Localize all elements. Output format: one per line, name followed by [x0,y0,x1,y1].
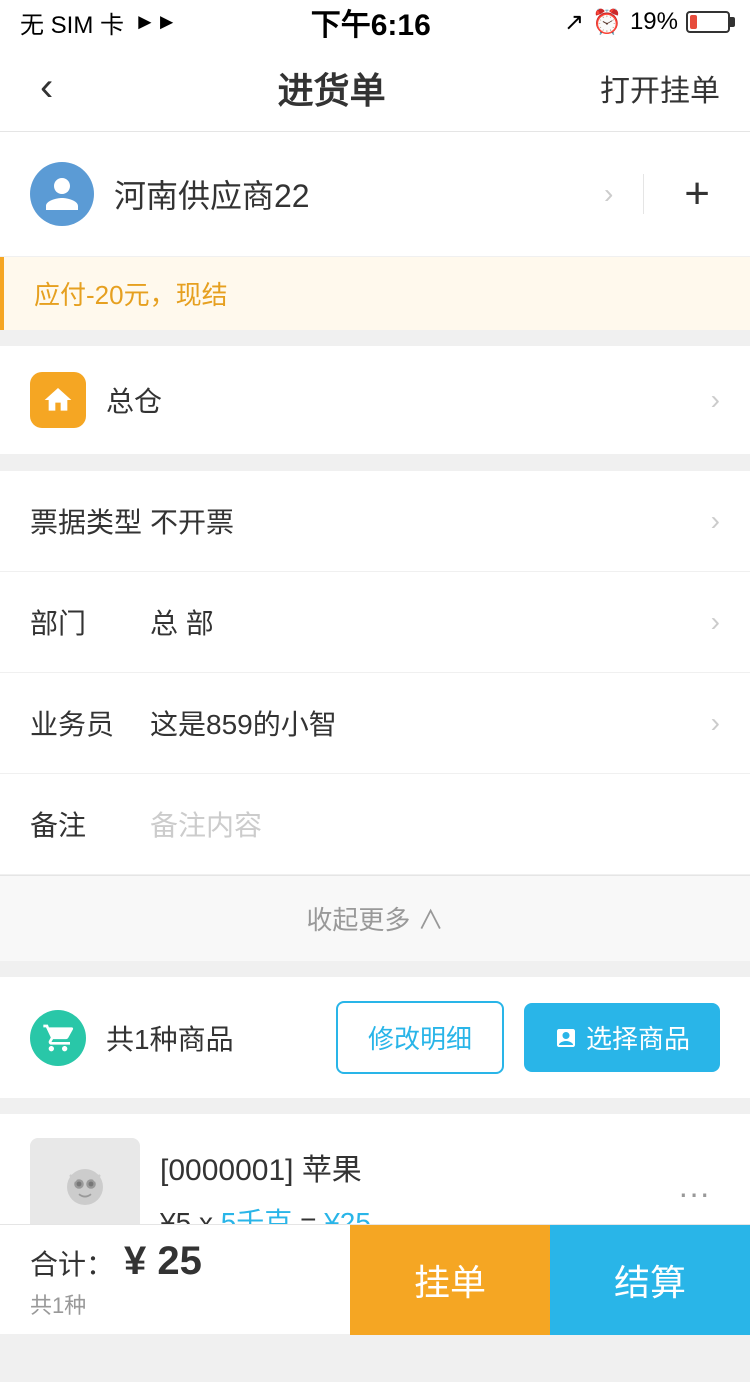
form-card: 票据类型 不开票 › 部门 总 部 › 业务员 这是859的小智 › 备注 备注… [0,471,750,961]
battery-fill [690,15,697,29]
products-header: 共1种商品 修改明细 选择商品 [0,977,750,1098]
remark-value: 备注内容 [150,804,720,844]
battery-percent: 19% [630,8,678,36]
status-bar: 无 SIM 卡 ►► 下午6:16 ↗ ⏰ 19% [0,0,750,44]
supplier-row[interactable]: 河南供应商22 › + [0,132,750,257]
home-icon [42,384,74,416]
warehouse-chevron: › [711,384,720,416]
product-title: 苹果 [302,1154,362,1187]
product-more-button[interactable]: ··· [668,1165,720,1222]
warehouse-card: 总仓 › [0,346,750,455]
hang-button[interactable]: 挂单 [350,1225,550,1335]
salesman-label: 业务员 [30,703,150,743]
salesman-chevron: › [711,707,720,739]
supplier-actions: › + [604,169,720,219]
invoice-type-label: 票据类型 [30,501,150,541]
department-label: 部门 [30,602,150,642]
carrier-label: 无 SIM 卡 [20,5,124,40]
product-name: [0000001] 苹果 [160,1145,648,1189]
wifi-icon: ►► [134,9,178,35]
select-product-icon [554,1026,578,1050]
page-title: 进货单 [278,62,386,114]
salesman-value: 这是859的小智 [150,703,711,743]
department-chevron: › [711,606,720,638]
supplier-avatar [30,162,94,226]
invoice-type-value: 不开票 [150,501,711,541]
bottom-bar: 合计： ¥ 25 共1种 挂单 结算 [0,1224,750,1334]
supplier-chevron: › [604,178,613,210]
remark-row[interactable]: 备注 备注内容 [0,774,750,875]
total-amount: ¥ 25 [124,1239,202,1284]
edit-detail-button[interactable]: 修改明细 [336,1001,504,1074]
back-button[interactable]: ‹ [30,55,63,120]
invoice-type-row[interactable]: 票据类型 不开票 › [0,471,750,572]
add-button[interactable]: + [674,169,720,219]
warehouse-row[interactable]: 总仓 › [0,346,750,455]
user-icon [42,174,82,214]
supplier-name: 河南供应商22 [114,171,604,217]
remark-label: 备注 [30,804,150,844]
products-icon [30,1010,86,1066]
collapse-button[interactable]: 收起更多 ∧ [0,875,750,961]
salesman-row[interactable]: 业务员 这是859的小智 › [0,673,750,774]
notice-banner: 应付-20元，现结 [0,257,750,330]
product-code: [0000001] [160,1154,293,1187]
supplier-card: 河南供应商22 › + 应付-20元，现结 [0,132,750,330]
products-count: 共1种商品 [106,1018,316,1058]
total-label: 合计： ¥ 25 [30,1239,320,1284]
total-prefix: 合计： [30,1243,114,1283]
select-product-button[interactable]: 选择商品 [524,1003,720,1072]
battery-icon [686,11,730,33]
total-section: 合计： ¥ 25 共1种 [0,1239,350,1320]
department-row[interactable]: 部门 总 部 › [0,572,750,673]
warehouse-name: 总仓 [106,380,711,420]
settle-button[interactable]: 结算 [550,1225,750,1335]
open-pending-button[interactable]: 打开挂单 [600,66,720,110]
status-right: ↗ ⏰ 19% [564,8,730,37]
nav-bar: ‹ 进货单 打开挂单 [0,44,750,132]
warehouse-icon [30,372,86,428]
status-left: 无 SIM 卡 ►► [20,5,178,40]
select-product-label: 选择商品 [586,1019,690,1056]
total-count: 共1种 [30,1288,320,1320]
main-content: 河南供应商22 › + 应付-20元，现结 总仓 › 票据类型 不开票 › [0,132,750,1382]
shopping-icon [42,1022,74,1054]
invoice-chevron: › [711,505,720,537]
location-icon: ↗ [564,8,584,37]
alarm-icon: ⏰ [592,8,622,37]
product-placeholder-icon [55,1163,115,1223]
divider [643,174,644,214]
department-value: 总 部 [150,602,711,642]
status-time: 下午6:16 [311,0,431,44]
